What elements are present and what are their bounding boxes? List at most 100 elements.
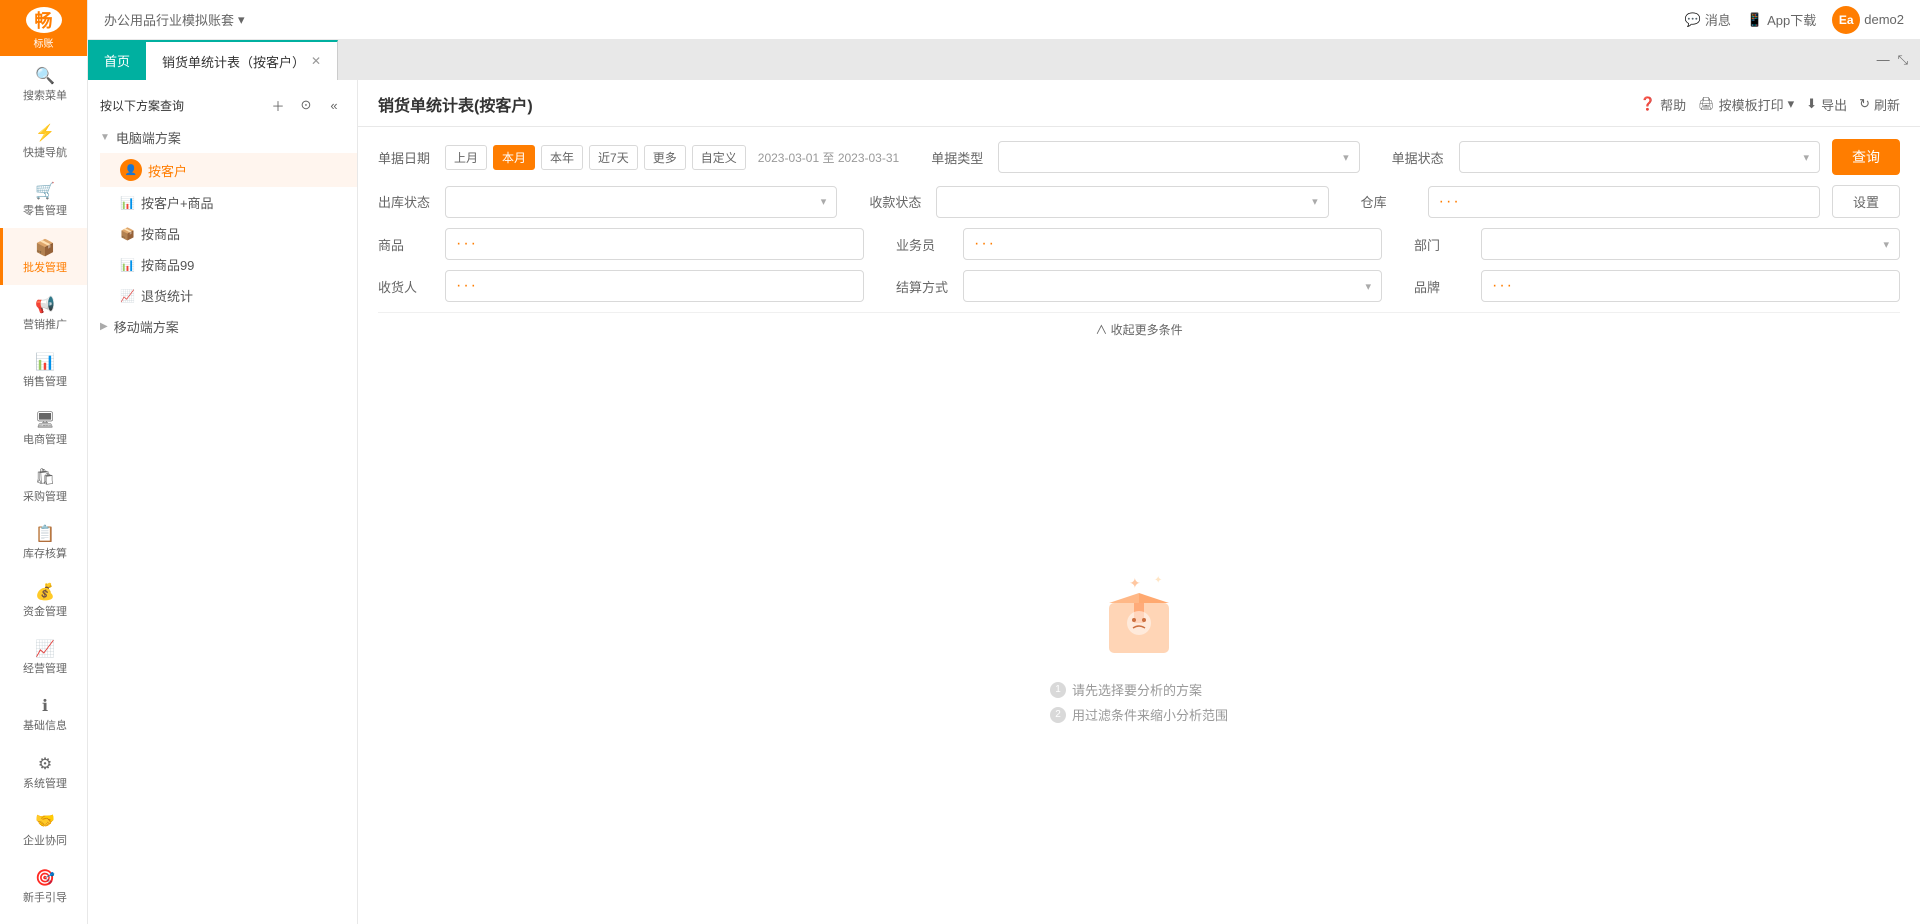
tree-item-return-stats[interactable]: 📈 退货统计 [100,280,357,311]
warehouse-select[interactable]: ··· [1428,186,1820,218]
staff-select[interactable]: ··· [963,228,1382,260]
sidebar-item-retail[interactable]: 🛒 零售管理 [0,171,87,228]
sidebar-item-system[interactable]: ⚙ 系统管理 [0,744,87,801]
settings-scheme-button[interactable]: ⊙ [295,94,317,116]
settlement-chevron-icon: ▾ [1365,280,1371,293]
tree-pc-children: 👤 按客户 📊 按客户+商品 📦 按商品 📊 按商品99 📈 [88,153,357,311]
sidebar-item-ecommerce[interactable]: 🖥 电商管理 [0,400,87,457]
goods-icon: 📦 [120,227,135,241]
tree-item-label: 退货统计 [141,286,193,305]
tab-expand-icon[interactable]: ⤡ [1898,52,1908,68]
date-btn-custom[interactable]: 自定义 [692,145,746,170]
sidebar-item-label: 企业协同 [23,834,67,848]
tree-item-by-customer[interactable]: 👤 按客户 [100,153,357,187]
page-actions: ❓ 帮助 🖨 按模板打印 ▾ ⬇ 导出 ↻ 刷新 [1640,95,1900,114]
message-button[interactable]: 💬 消息 [1685,10,1731,29]
sidebar-item-operations[interactable]: 📈 经营管理 [0,629,87,686]
user-profile[interactable]: Ea demo2 [1832,6,1904,34]
tab-home-label: 首页 [104,51,130,70]
brand-label: 品牌 [1414,277,1469,296]
sidebar-item-enterprise[interactable]: 🤝 企业协同 [0,801,87,858]
tree-pc-group[interactable]: ▼ 电脑端方案 [88,122,357,153]
tree-item-by-customer-goods[interactable]: 📊 按客户+商品 [100,187,357,218]
sidebar-item-inventory[interactable]: 📋 库存核算 [0,514,87,571]
tab-close-icon[interactable]: ✕ [311,54,321,68]
date-btn-last-month[interactable]: 上月 [445,145,487,170]
receiver-label: 收货人 [378,277,433,296]
tab-home[interactable]: 首页 [88,40,146,80]
app-name-dropdown[interactable]: 办公用品行业模拟账套 ▾ [104,10,245,29]
page-title: 销货单统计表(按客户) [378,92,533,116]
tab-sales-stat[interactable]: 销货单统计表（按客户） ✕ [146,40,338,80]
doc-status-chevron-icon: ▾ [1803,151,1809,164]
sidebar-item-label: 零售管理 [23,204,67,218]
payment-status-label: 收款状态 [869,192,924,211]
receiver-select[interactable]: ··· [445,270,864,302]
sidebar-item-marketing[interactable]: 📢 营销推广 [0,285,87,342]
date-btn-last-7[interactable]: 近7天 [589,145,638,170]
basic-info-icon: ℹ [42,696,48,716]
goods-label: 商品 [378,235,433,254]
refresh-button[interactable]: ↻ 刷新 [1859,95,1900,114]
payment-status-chevron-icon: ▾ [1312,195,1318,208]
sidebar-item-wholesale[interactable]: 📦 批发管理 [0,228,87,285]
sidebar-item-quick-nav[interactable]: ⚡ 快捷导航 [0,113,87,170]
tree-item-label: 按商品 [141,224,180,243]
customer-icon: 👤 [125,165,137,176]
settlement-select[interactable]: ▾ [963,270,1382,302]
date-btn-this-year[interactable]: 本年 [541,145,583,170]
tree-mobile-group[interactable]: ▶ 移动端方案 [88,311,357,342]
right-panel: 销货单统计表(按客户) ❓ 帮助 🖨 按模板打印 ▾ ⬇ 导出 [358,80,1920,924]
query-button[interactable]: 查询 [1832,139,1900,175]
out-status-select[interactable]: ▾ [445,186,837,218]
sidebar-item-new-guide[interactable]: 🎯 新手引导 [0,858,87,915]
date-btn-more[interactable]: 更多 [644,145,686,170]
sidebar-item-label: 经营管理 [23,662,67,676]
sidebar-item-purchase[interactable]: 🛍 采购管理 [0,457,87,514]
staff-more-icon: ··· [974,235,996,253]
collapse-panel-button[interactable]: « [323,94,345,116]
sales-icon: 📊 [35,352,55,372]
app-download-button[interactable]: 📱 App下载 [1747,10,1816,29]
tree-item-by-goods[interactable]: 📦 按商品 [100,218,357,249]
doc-type-select[interactable]: ▾ [998,141,1359,173]
main-area: 办公用品行业模拟账套 ▾ 💬 消息 📱 App下载 Ea demo2 首页 [88,0,1920,924]
filter-row-4: 收货人 ··· 结算方式 ▾ 品牌 ··· [378,270,1900,302]
help-button[interactable]: ❓ 帮助 [1640,95,1686,114]
sidebar-item-search-menu[interactable]: 🔍 搜索菜单 [0,56,87,113]
tab-minimize-icon[interactable]: — [1877,52,1890,68]
empty-state: ✦ ✦ 1 请先选择要分析的方案 2 用过滤条件来缩小分析范围 [358,358,1920,924]
empty-hint: 1 请先选择要分析的方案 2 用过滤条件来缩小分析范围 [1050,680,1228,724]
department-select[interactable]: ▾ [1481,228,1900,260]
sidebar-item-finance[interactable]: 💰 资金管理 [0,572,87,629]
collapse-bar[interactable]: ∧ 收起更多条件 [378,312,1900,346]
sidebar-item-sales[interactable]: 📊 销售管理 [0,342,87,399]
empty-illustration: ✦ ✦ [1079,558,1199,668]
template-print-button[interactable]: 🖨 按模板打印 ▾ [1698,95,1794,114]
settings-button[interactable]: 设置 [1832,185,1900,218]
sidebar-item-label: 销售管理 [23,375,67,389]
doc-type-chevron-icon: ▾ [1343,151,1349,164]
doc-status-select[interactable]: ▾ [1459,141,1820,173]
logo-area: 畅 标账 [0,0,87,56]
tree-item-by-goods-99[interactable]: 📊 按商品99 [100,249,357,280]
brand-select[interactable]: ··· [1481,270,1900,302]
svg-text:✦: ✦ [1129,575,1141,591]
enterprise-icon: 🤝 [35,811,55,831]
add-scheme-button[interactable]: ＋ [267,94,289,116]
dropdown-chevron-icon: ▾ [238,12,245,28]
system-icon: ⚙ [38,754,52,774]
print-arrow-icon: ▾ [1788,96,1795,112]
sidebar-nav: 🔍 搜索菜单 ⚡ 快捷导航 🛒 零售管理 📦 批发管理 📢 营销推广 📊 销售管… [0,56,87,924]
receiver-more-icon: ··· [456,277,478,295]
date-btn-this-month[interactable]: 本月 [493,145,535,170]
tab-sales-label: 销货单统计表（按客户） [162,52,305,71]
sidebar-item-app-center[interactable]: 📱 应用中心 [0,915,87,924]
payment-status-select[interactable]: ▾ [936,186,1328,218]
goods-select[interactable]: ··· [445,228,864,260]
export-button[interactable]: ⬇ 导出 [1806,95,1847,114]
app-name: 办公用品行业模拟账套 [104,10,234,29]
left-panel-actions: ＋ ⊙ « [267,94,345,116]
goods-more-icon: ··· [456,235,478,253]
sidebar-item-basic-info[interactable]: ℹ 基础信息 [0,686,87,743]
